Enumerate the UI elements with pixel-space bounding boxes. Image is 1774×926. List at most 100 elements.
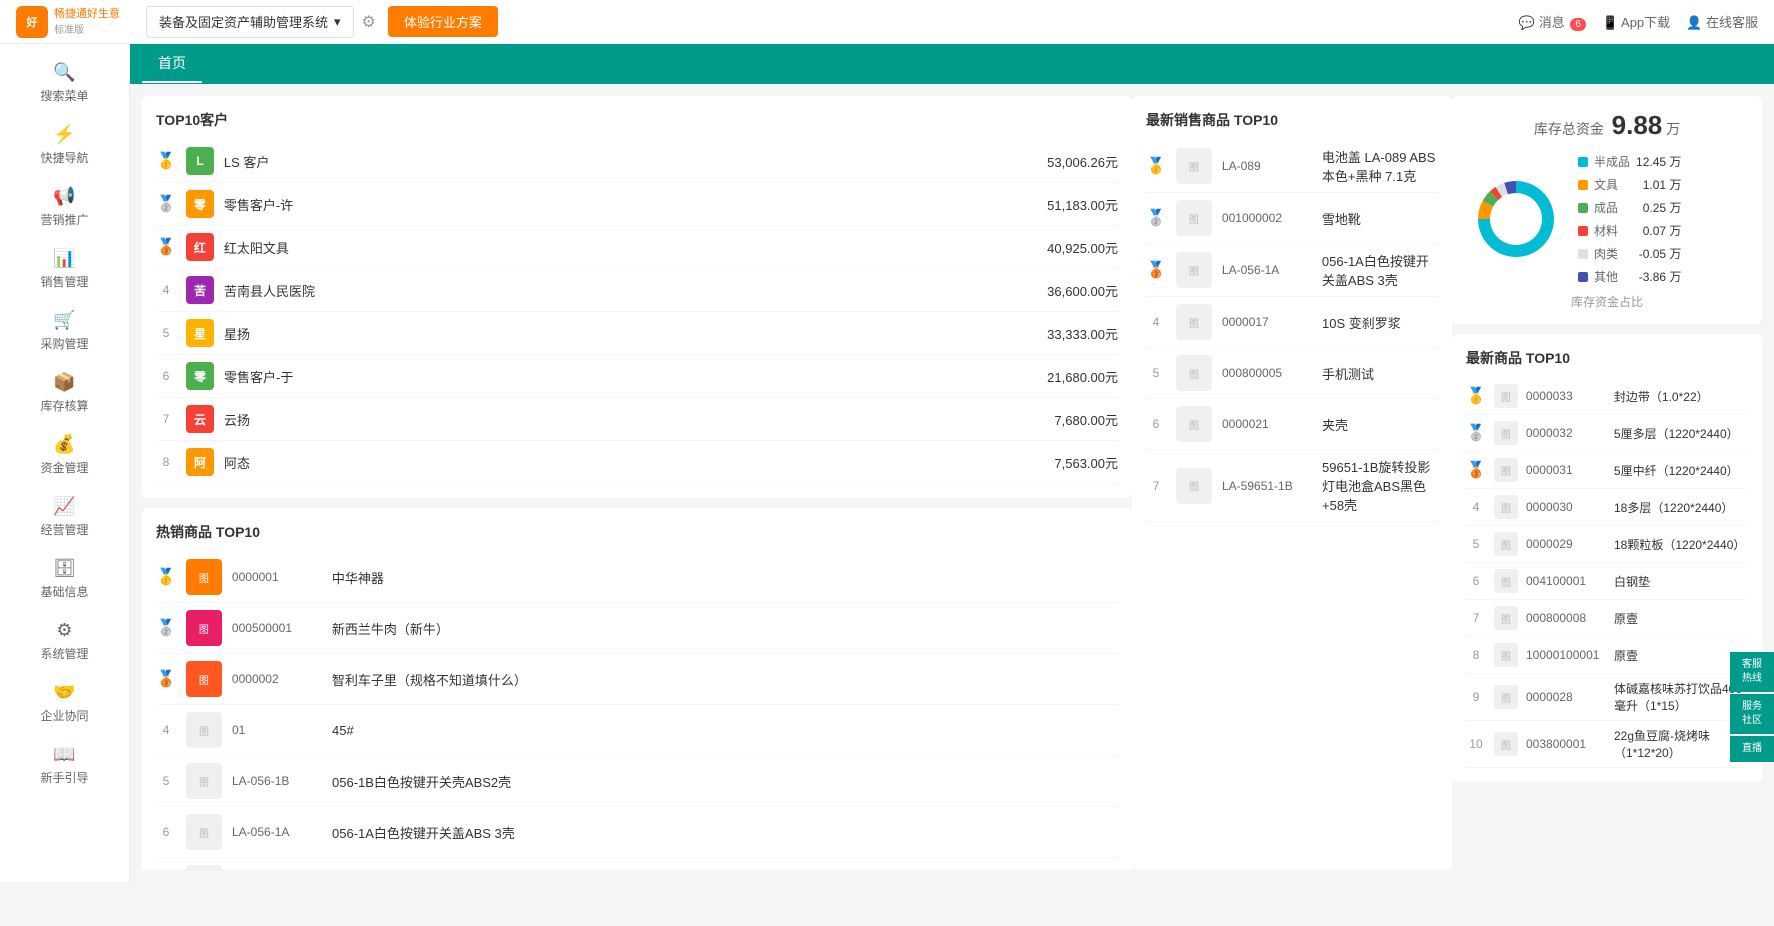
sidebar-item-资金管理[interactable]: 💰资金管理 (0, 424, 129, 486)
rank-avatar: 阿 (186, 448, 214, 476)
newest-products-panel: 最新商品 TOP10 🥇 图 0000033 封边带（1.0*22） 🥈 图 0… (1452, 334, 1762, 782)
sidebar-item-营销推广[interactable]: 📢营销推广 (0, 176, 129, 238)
sidebar-icon: ⚙ (56, 620, 72, 641)
medal-icon: 🥇 (156, 151, 176, 171)
prod-code: 0000021 (1222, 417, 1312, 431)
prod-img: 图 (186, 661, 222, 697)
new-prod-icon: 图 (1494, 569, 1518, 593)
rank-name: 苦南县人民医院 (224, 281, 1037, 300)
prod-img: 图 (1176, 468, 1212, 504)
newest-products-title: 最新商品 TOP10 (1466, 348, 1748, 368)
prod-item: 6 图 LA-056-1A 056-1A白色按键开关盖ABS 3壳 (156, 807, 1118, 858)
sidebar-label: 搜索菜单 (40, 87, 88, 104)
medal-icon: 🥇 (1466, 386, 1486, 406)
sidebar-label: 企业协同 (40, 707, 88, 724)
settings-icon[interactable]: ⚙ (362, 12, 376, 32)
sidebar-item-经营管理[interactable]: 📈经营管理 (0, 486, 129, 548)
system-select[interactable]: 装备及固定资产辅助管理系统 ▾ (146, 6, 354, 38)
rank-avatar: 红 (186, 233, 214, 261)
legend-item: 成品 0.25 万 (1578, 199, 1681, 216)
new-prod-name: 体碱嘉核味苏打饮品400毫升（1*15） (1614, 680, 1748, 714)
float-btn[interactable]: 服务 社区 (1730, 694, 1774, 734)
new-prod-num: 5 (1466, 537, 1486, 551)
rank-avatar: 云 (186, 405, 214, 433)
sidebar-label: 库存核算 (40, 397, 88, 414)
new-prod-code: 0000029 (1526, 537, 1606, 551)
donut-chart (1466, 169, 1566, 269)
sidebar-item-库存核算[interactable]: 📦 库存核算 (0, 362, 129, 424)
prod-img: 图 (1176, 406, 1212, 442)
new-prod-name: 22g鱼豆腐-烧烤味（1*12*20） (1614, 727, 1748, 761)
sidebar-item-采购管理[interactable]: 🛒采购管理 (0, 300, 129, 362)
sidebar-icon: 📖 (53, 744, 75, 765)
prod-code: LA-089 (1222, 159, 1312, 173)
app-download-link[interactable]: 📱 App下载 (1602, 12, 1670, 31)
new-prod-code: 0000028 (1526, 690, 1606, 704)
new-prod-name: 5厘中纤（1220*2440） (1614, 462, 1748, 479)
online-service-link[interactable]: 👤 在线客服 (1686, 12, 1758, 31)
prod-num: 5 (1146, 366, 1166, 380)
prod-img: 图 (186, 559, 222, 595)
rank-item: 🥉 红 红太阳文具 40,925.00元 (156, 226, 1118, 269)
sidebar-item-快捷导航[interactable]: ⚡快捷导航 (0, 114, 129, 176)
rank-name: 零售客户-许 (224, 195, 1037, 214)
new-prod-num: 9 (1466, 690, 1486, 704)
sidebar-item-系统管理[interactable]: ⚙系统管理 (0, 610, 129, 672)
legend-value: 12.45 万 (1636, 153, 1681, 170)
newest-products-list: 🥇 图 0000033 封边带（1.0*22） 🥈 图 0000032 5厘多层… (1466, 378, 1748, 768)
messages-link[interactable]: 💬 消息 6 (1519, 12, 1586, 31)
prod-item: 4 图 01 45# (156, 705, 1118, 756)
medal-icon: 🥈 (156, 618, 176, 638)
new-prod-icon: 图 (1494, 606, 1518, 630)
sidebar-item-基础信息[interactable]: 🗄基础信息 (0, 548, 129, 610)
sidebar-item-搜索菜单[interactable]: 🔍搜索菜单 (0, 52, 129, 114)
new-prod-name: 18颗粒板（1220*2440） (1614, 536, 1748, 553)
trial-button[interactable]: 体验行业方案 (388, 6, 498, 37)
float-btn[interactable]: 客服 热线 (1730, 652, 1774, 692)
rank-name: 云扬 (224, 410, 1044, 429)
prod-code: 000500001 (232, 621, 322, 635)
newest-sales-list: 🥇 图 LA-089 电池盖 LA-089 ABS本色+黑种 7.1克 🥈 图 … (1146, 140, 1438, 522)
sidebar-item-销售管理[interactable]: 📊销售管理 (0, 238, 129, 300)
new-prod-code: 003800001 (1526, 737, 1606, 751)
rank-item: 6 零 零售客户-于 21,680.00元 (156, 355, 1118, 398)
sidebar-item-企业协同[interactable]: 🤝企业协同 (0, 672, 129, 734)
top-right-actions: 💬 消息 6 📱 App下载 👤 在线客服 (1519, 12, 1758, 31)
float-buttons: 客服 热线服务 社区直播 (1730, 652, 1774, 762)
prod-code: 0000001 (232, 570, 322, 584)
float-btn[interactable]: 直播 (1730, 736, 1774, 762)
rank-amount: 36,600.00元 (1047, 281, 1118, 300)
sidebar-label: 新手引导 (40, 769, 88, 786)
new-prod-name: 原壹 (1614, 610, 1748, 627)
new-prod-name: 白钢垫 (1614, 573, 1748, 590)
prod-item: 5 图 LA-056-1B 056-1B白色按键开关壳ABS2壳 (156, 756, 1118, 807)
rank-item: 5 星 星扬 33,333.00元 (156, 312, 1118, 355)
sidebar-icon: 📦 (53, 372, 75, 393)
new-prod-icon: 图 (1494, 458, 1518, 482)
prod-code: 000800005 (1222, 366, 1312, 380)
sidebar-item-新手引导[interactable]: 📖 新手引导 (0, 734, 129, 796)
sidebar-icon: 📈 (53, 496, 75, 517)
legend-item: 材料 0.07 万 (1578, 222, 1681, 239)
legend-label: 成品 (1594, 199, 1637, 216)
prod-name: 59651-1B旋转投影灯电池盒ABS黑色+58壳 (1322, 457, 1438, 514)
system-name: 装备及固定资产辅助管理系统 (159, 12, 328, 31)
legend-label: 文具 (1594, 176, 1637, 193)
rank-name: 阿态 (224, 453, 1044, 472)
prod-name: 夹壳 (1322, 415, 1438, 434)
prod-name: 45# (332, 723, 1118, 738)
logo-sub: 标准版 (54, 21, 120, 36)
top-bar: 好 畅捷通好生意 标准版 装备及固定资产辅助管理系统 ▾ ⚙ 体验行业方案 💬 … (0, 0, 1774, 44)
prod-num: 4 (156, 723, 176, 737)
legend-label: 半成品 (1594, 153, 1630, 170)
rank-amount: 40,925.00元 (1047, 238, 1118, 257)
new-prod-name: 原壹 (1614, 647, 1748, 664)
main-content: 首页 TOP10客户 🥇 L LS 客户 53,006.26元 🥈 零 零售客户… (130, 44, 1774, 882)
tab-home[interactable]: 首页 (142, 45, 202, 83)
rank-num: 6 (156, 369, 176, 383)
sidebar-label: 营销推广 (40, 211, 88, 228)
rank-num: 8 (156, 455, 176, 469)
customers-top10-title: TOP10客户 (156, 110, 1118, 130)
prod-img: 图 (1176, 355, 1212, 391)
new-prod-name: 封边带（1.0*22） (1614, 388, 1748, 405)
